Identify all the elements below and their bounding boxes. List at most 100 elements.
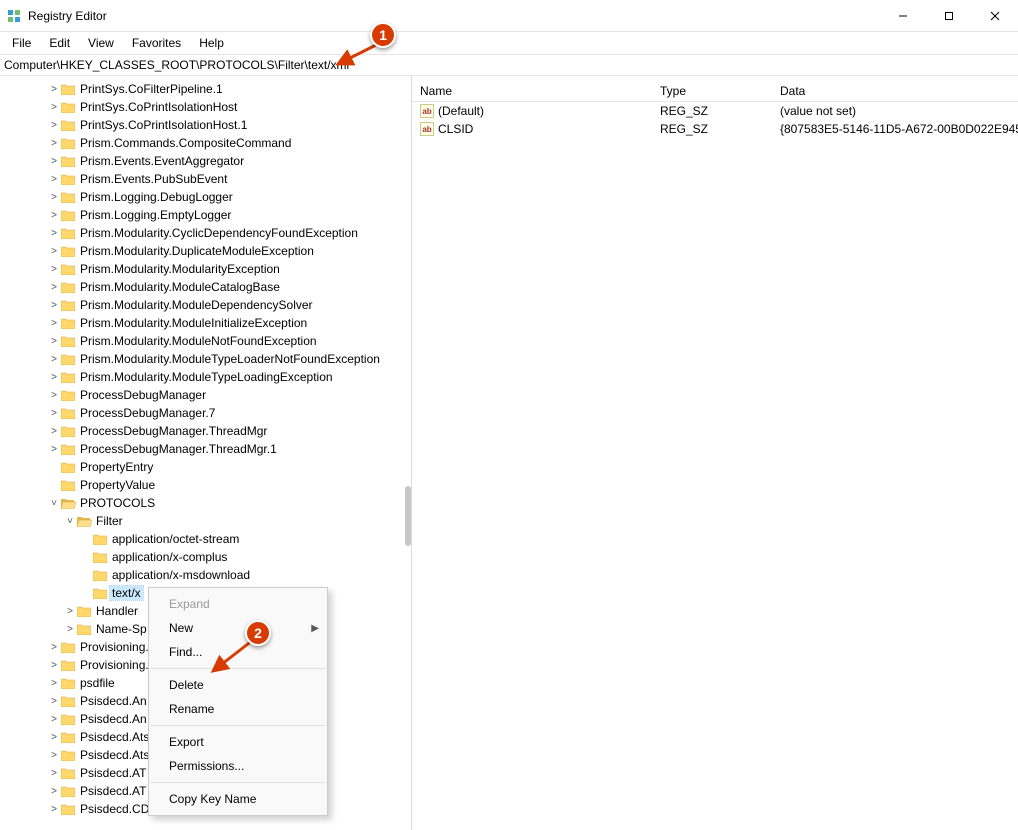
- expander-icon[interactable]: ˅: [48, 498, 60, 509]
- expander-icon[interactable]: ˃: [48, 444, 60, 455]
- expander-icon[interactable]: ˃: [48, 138, 60, 149]
- value-type: REG_SZ: [652, 122, 772, 136]
- tree-label: Psisdecd.Ats: [78, 748, 151, 762]
- string-value-icon: ab: [420, 104, 434, 118]
- ctx-new[interactable]: New▶: [149, 616, 327, 640]
- expander-icon[interactable]: ˃: [48, 678, 60, 689]
- expander-icon[interactable]: ˃: [48, 642, 60, 653]
- expander-icon[interactable]: ˃: [48, 156, 60, 167]
- expander-icon[interactable]: ˃: [48, 264, 60, 275]
- folder-icon: [60, 172, 76, 186]
- tree-row[interactable]: ˃ProcessDebugManager: [0, 386, 411, 404]
- ctx-permissions[interactable]: Permissions...: [149, 754, 327, 778]
- expander-icon[interactable]: ˃: [48, 750, 60, 761]
- ctx-rename[interactable]: Rename: [149, 697, 327, 721]
- tree-label: PrintSys.CoFilterPipeline.1: [78, 82, 225, 96]
- tree-row[interactable]: ˃ PrintSys.CoFilterPipeline.1: [0, 80, 411, 98]
- expander-icon[interactable]: ˃: [48, 768, 60, 779]
- expander-icon[interactable]: ˃: [48, 210, 60, 221]
- menu-edit[interactable]: Edit: [41, 34, 78, 52]
- expander-icon[interactable]: ˃: [48, 318, 60, 329]
- tree-row[interactable]: ˃Prism.Modularity.ModuleNotFoundExceptio…: [0, 332, 411, 350]
- col-name[interactable]: Name: [412, 84, 652, 98]
- expander-icon[interactable]: ˃: [48, 390, 60, 401]
- tree-row[interactable]: ˃PrintSys.CoPrintIsolationHost.1: [0, 116, 411, 134]
- tree-row[interactable]: ˃Prism.Modularity.ModuleCatalogBase: [0, 278, 411, 296]
- tree-row[interactable]: ˃Prism.Modularity.CyclicDependencyFoundE…: [0, 224, 411, 242]
- ctx-export[interactable]: Export: [149, 730, 327, 754]
- expander-icon[interactable]: ˃: [48, 300, 60, 311]
- expander-icon[interactable]: ˃: [64, 624, 76, 635]
- folder-icon: [60, 442, 76, 456]
- expander-icon[interactable]: ˃: [48, 120, 60, 131]
- folder-icon: [92, 586, 108, 600]
- tree-row[interactable]: application/x-msdownload: [0, 566, 411, 584]
- tree-row[interactable]: ˃Prism.Modularity.DuplicateModuleExcepti…: [0, 242, 411, 260]
- expander-icon[interactable]: ˃: [48, 354, 60, 365]
- expander-icon[interactable]: ˃: [48, 372, 60, 383]
- tree-row[interactable]: ˃PrintSys.CoPrintIsolationHost: [0, 98, 411, 116]
- splitter-handle[interactable]: [405, 486, 411, 546]
- expander-icon[interactable]: ˃: [48, 804, 60, 815]
- expander-icon[interactable]: ˃: [48, 732, 60, 743]
- folder-icon: [92, 532, 108, 546]
- folder-icon: [76, 622, 92, 636]
- tree-row[interactable]: ˃ProcessDebugManager.7: [0, 404, 411, 422]
- tree-row[interactable]: ˃ ProcessDebugManager.ThreadMgr: [0, 422, 411, 440]
- tree-label: Prism.Events.PubSubEvent: [78, 172, 229, 186]
- tree-row[interactable]: ˃Prism.Logging.DebugLogger: [0, 188, 411, 206]
- expander-icon[interactable]: ˃: [48, 84, 60, 95]
- tree-row[interactable]: application/x-complus: [0, 548, 411, 566]
- expander-icon[interactable]: ˃: [48, 246, 60, 257]
- folder-icon: [60, 406, 76, 420]
- menu-view[interactable]: View: [80, 34, 122, 52]
- menu-file[interactable]: File: [4, 34, 39, 52]
- ctx-delete[interactable]: Delete: [149, 673, 327, 697]
- col-data[interactable]: Data: [772, 84, 1018, 98]
- tree-row[interactable]: ˃Prism.Logging.EmptyLogger: [0, 206, 411, 224]
- tree-row[interactable]: ˃ Prism.Events.PubSubEvent: [0, 170, 411, 188]
- menu-favorites[interactable]: Favorites: [124, 34, 189, 52]
- tree-row[interactable]: ˃ProcessDebugManager.ThreadMgr.1: [0, 440, 411, 458]
- tree-row[interactable]: ˃Prism.Modularity.ModuleInitializeExcept…: [0, 314, 411, 332]
- address-input[interactable]: [4, 58, 1014, 72]
- tree-label: Handler: [94, 604, 140, 618]
- value-row[interactable]: abCLSIDREG_SZ{807583E5-5146-11D5-A672-00…: [412, 120, 1018, 138]
- expander-icon[interactable]: ˃: [48, 660, 60, 671]
- tree-row[interactable]: PropertyValue: [0, 476, 411, 494]
- tree-row[interactable]: ˃Prism.Events.EventAggregator: [0, 152, 411, 170]
- expander-icon[interactable]: ˃: [48, 228, 60, 239]
- expander-icon[interactable]: ˃: [48, 174, 60, 185]
- minimize-button[interactable]: [880, 0, 926, 32]
- ctx-find[interactable]: Find...: [149, 640, 327, 664]
- expander-icon[interactable]: ˃: [48, 336, 60, 347]
- value-row[interactable]: ab(Default)REG_SZ(value not set): [412, 102, 1018, 120]
- annotation-badge-1: 1: [370, 22, 396, 48]
- maximize-button[interactable]: [926, 0, 972, 32]
- expander-icon[interactable]: ˃: [64, 606, 76, 617]
- tree-row[interactable]: ˅Filter: [0, 512, 411, 530]
- folder-icon: [60, 748, 76, 762]
- tree-row[interactable]: ˃Prism.Commands.CompositeCommand: [0, 134, 411, 152]
- tree-label: ProcessDebugManager.ThreadMgr: [78, 424, 269, 438]
- expander-icon[interactable]: ˅: [64, 516, 76, 527]
- tree-row[interactable]: PropertyEntry: [0, 458, 411, 476]
- expander-icon[interactable]: ˃: [48, 786, 60, 797]
- ctx-copy-key-name[interactable]: Copy Key Name: [149, 787, 327, 811]
- expander-icon[interactable]: ˃: [48, 714, 60, 725]
- menu-help[interactable]: Help: [191, 34, 232, 52]
- expander-icon[interactable]: ˃: [48, 102, 60, 113]
- expander-icon[interactable]: ˃: [48, 408, 60, 419]
- tree-row[interactable]: ˃Prism.Modularity.ModuleTypeLoaderNotFou…: [0, 350, 411, 368]
- expander-icon[interactable]: ˃: [48, 696, 60, 707]
- close-button[interactable]: [972, 0, 1018, 32]
- tree-row[interactable]: application/octet-stream: [0, 530, 411, 548]
- col-type[interactable]: Type: [652, 84, 772, 98]
- tree-row[interactable]: ˃Prism.Modularity.ModuleTypeLoadingExcep…: [0, 368, 411, 386]
- tree-row[interactable]: ˅PROTOCOLS: [0, 494, 411, 512]
- expander-icon[interactable]: ˃: [48, 282, 60, 293]
- expander-icon[interactable]: ˃: [48, 192, 60, 203]
- tree-row[interactable]: ˃Prism.Modularity.ModuleDependencySolver: [0, 296, 411, 314]
- expander-icon[interactable]: ˃: [48, 426, 60, 437]
- tree-row[interactable]: ˃Prism.Modularity.ModularityException: [0, 260, 411, 278]
